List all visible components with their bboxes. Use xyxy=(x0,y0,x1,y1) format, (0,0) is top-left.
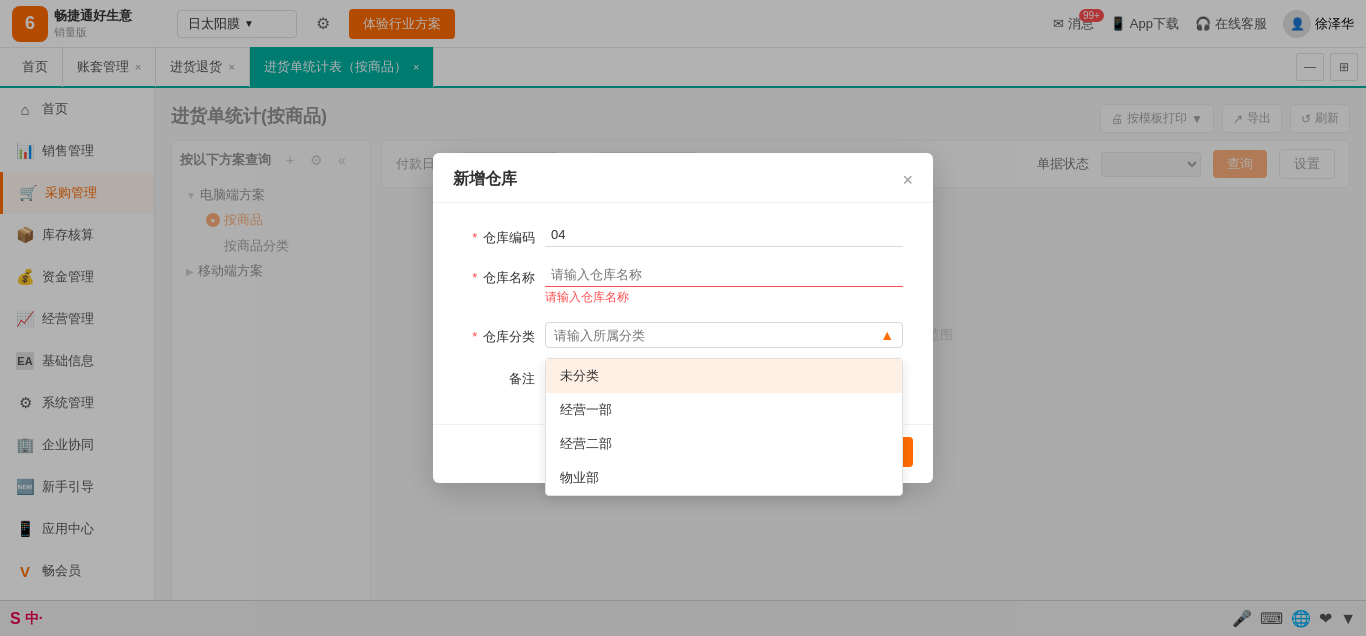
category-dropdown-arrow: ▲ xyxy=(880,327,894,343)
name-field-wrap: 请输入仓库名称 xyxy=(545,263,903,306)
option-property[interactable]: 物业部 xyxy=(546,461,902,495)
name-form-row: * 仓库名称 请输入仓库名称 xyxy=(463,263,903,306)
option-dept2[interactable]: 经营二部 xyxy=(546,427,902,461)
option-uncategorized[interactable]: 未分类 xyxy=(546,359,902,393)
new-warehouse-modal: 新增仓库 × * 仓库编码 * 仓库名称 xyxy=(433,153,933,483)
notes-label: 备注 xyxy=(463,364,535,388)
option-dept1[interactable]: 经营一部 xyxy=(546,393,902,427)
code-label: * 仓库编码 xyxy=(463,223,535,247)
code-input[interactable] xyxy=(545,223,903,247)
category-dropdown[interactable]: ▲ xyxy=(545,322,903,348)
category-dropdown-list: 未分类 经营一部 经营二部 物业部 xyxy=(545,358,903,496)
modal-title: 新增仓库 xyxy=(453,169,517,190)
modal-header: 新增仓库 × xyxy=(433,153,933,203)
name-error-msg: 请输入仓库名称 xyxy=(545,289,903,306)
category-label: * 仓库分类 xyxy=(463,322,535,346)
category-field-wrap: ▲ 未分类 经营一部 经营二部 物业部 xyxy=(545,322,903,348)
name-input[interactable] xyxy=(545,263,903,287)
code-field-wrap xyxy=(545,223,903,247)
modal-close-btn[interactable]: × xyxy=(902,171,913,189)
code-form-row: * 仓库编码 xyxy=(463,223,903,247)
name-label: * 仓库名称 xyxy=(463,263,535,287)
category-form-row: * 仓库分类 ▲ 未分类 经营一部 经营二部 物业部 xyxy=(463,322,903,348)
category-input[interactable] xyxy=(554,328,876,343)
modal-body: * 仓库编码 * 仓库名称 请输入仓库名称 xyxy=(433,203,933,424)
modal-overlay: 新增仓库 × * 仓库编码 * 仓库名称 xyxy=(0,0,1366,636)
